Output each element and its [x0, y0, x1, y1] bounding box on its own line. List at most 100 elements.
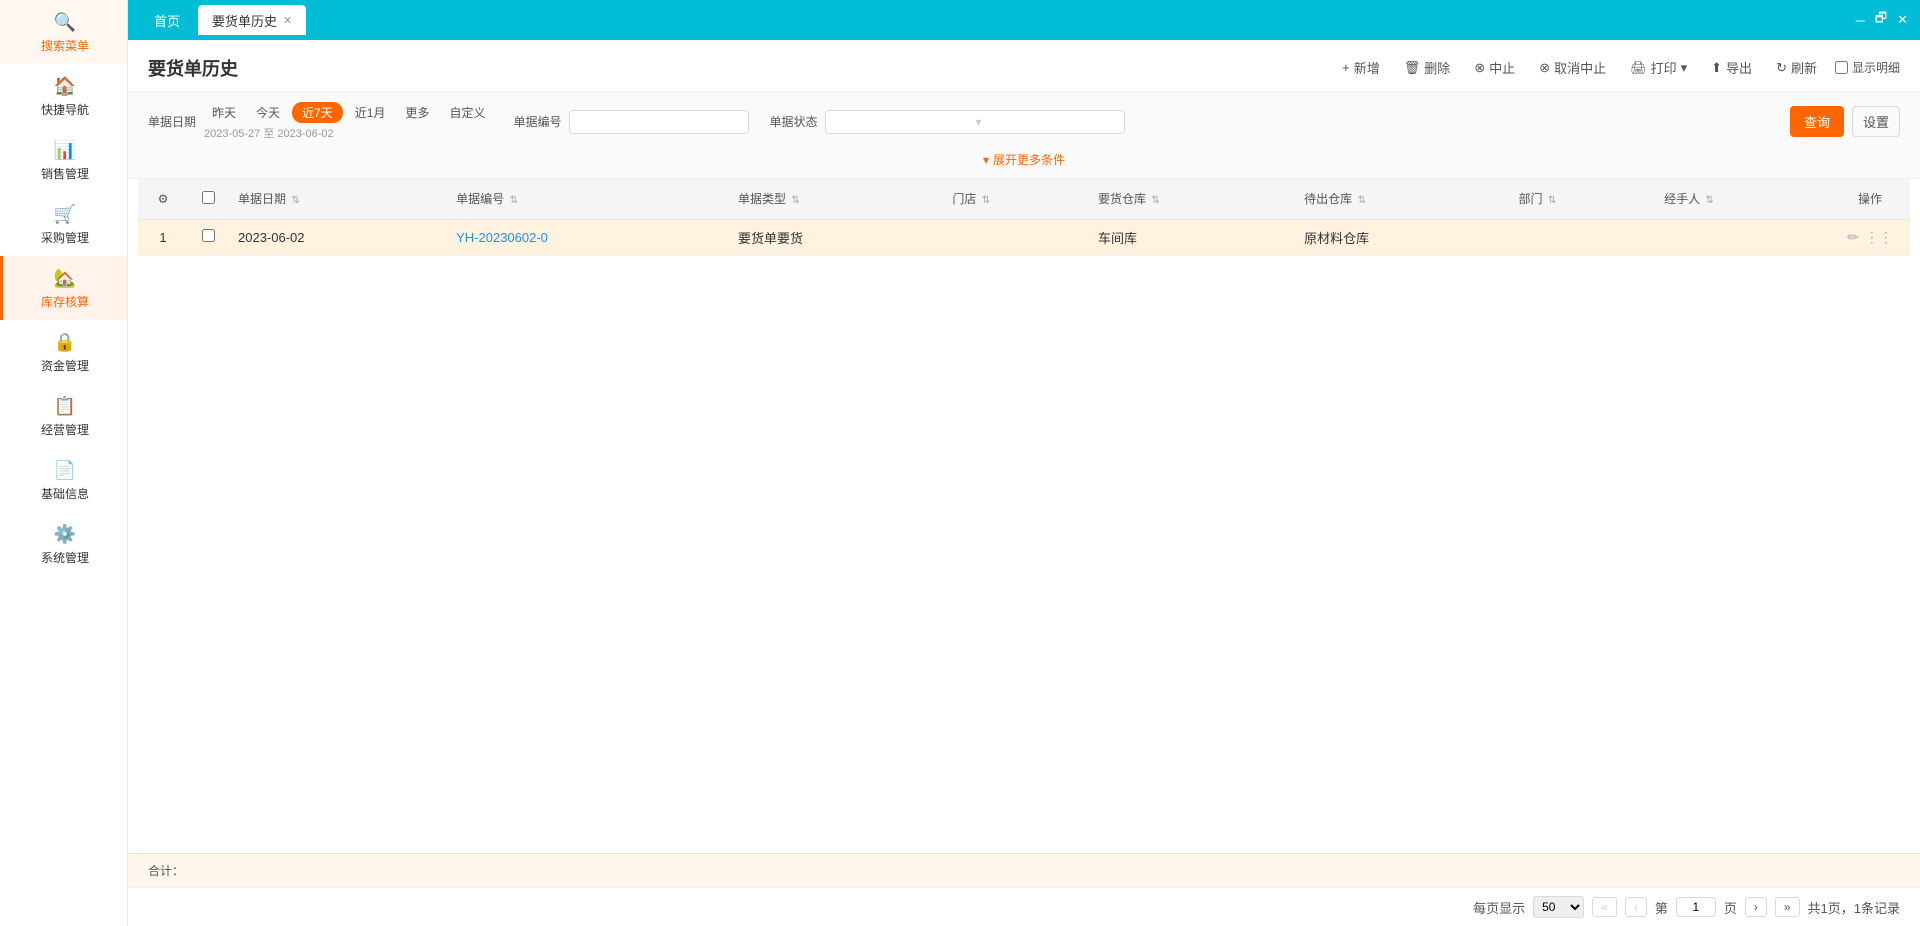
date-btn-last7[interactable]: 近7天 — [292, 102, 343, 123]
date-btn-custom[interactable]: 自定义 — [441, 102, 493, 123]
sidebar-item-inventory[interactable]: 🏡 库存核算 — [0, 256, 127, 320]
new-button[interactable]: + 新增 — [1336, 54, 1386, 81]
page-header: 要货单历史 + 新增 🗑 删除 ⊗ 中止 ⊗ 取消中止 — [128, 40, 1920, 92]
date-btn-today[interactable]: 今天 — [248, 102, 288, 123]
date-btn-yesterday[interactable]: 昨天 — [204, 102, 244, 123]
stop-label: 中止 — [1489, 58, 1515, 77]
prev-page-button[interactable]: ‹ — [1625, 897, 1647, 917]
sidebar-item-label: 基础信息 — [41, 485, 89, 502]
date-filter-label: 单据日期 — [148, 113, 196, 130]
delete-button[interactable]: 🗑 删除 — [1398, 54, 1457, 81]
row-checkbox[interactable] — [202, 229, 215, 242]
refresh-button[interactable]: ↻ 刷新 — [1770, 54, 1823, 81]
stop-button[interactable]: ⊗ 中止 — [1468, 54, 1521, 81]
table-body: 1 2023-06-02 YH-20230602-0 要货单要货 车间库 原材料… — [138, 219, 1910, 255]
sidebar-item-label: 搜索菜单 — [41, 37, 89, 54]
status-select[interactable]: ▾ — [825, 110, 1125, 134]
sidebar-item-system-mgmt[interactable]: ⚙️ 系统管理 — [0, 512, 127, 576]
order-no-label: 单据编号 — [513, 113, 561, 130]
export-label: 导出 — [1726, 58, 1752, 77]
filter-group-date: 单据日期 昨天 今天 近7天 近1月 更多 自定义 2023-05-27 至 2… — [148, 102, 493, 141]
window-restore-button[interactable]: 🗗 — [1875, 9, 1887, 31]
settings-button[interactable]: 设置 — [1852, 106, 1900, 137]
col-pending-warehouse: 待出仓库 ⇅ — [1294, 179, 1508, 219]
edit-icon[interactable]: ✏ — [1847, 229, 1859, 246]
sidebar-item-sales-mgmt[interactable]: 📊 销售管理 — [0, 128, 127, 192]
cell-dept — [1508, 219, 1654, 255]
sidebar-item-label: 销售管理 — [41, 165, 89, 182]
cell-check — [188, 219, 228, 255]
last-page-button[interactable]: » — [1775, 897, 1800, 917]
window-close-button[interactable]: ✕ — [1897, 12, 1908, 28]
sidebar: 🔍 搜索菜单 🏠 快捷导航 📊 销售管理 🛒 采购管理 🏡 库存核算 🔒 资金管… — [0, 0, 128, 926]
col-settings-icon: ⚙ — [138, 179, 188, 219]
more-icon[interactable]: ⋮⋮ — [1865, 229, 1893, 246]
sidebar-item-label: 库存核算 — [41, 293, 89, 310]
quick-nav-icon: 🏠 — [54, 76, 76, 97]
content-area: 要货单历史 + 新增 🗑 删除 ⊗ 中止 ⊗ 取消中止 — [128, 40, 1920, 926]
query-button[interactable]: 查询 — [1790, 106, 1844, 137]
print-button[interactable]: 🖨 打印 ▾ — [1624, 54, 1693, 81]
sidebar-item-basic-info[interactable]: 📄 基础信息 — [0, 448, 127, 512]
col-dept-label: 部门 — [1518, 192, 1542, 206]
sidebar-item-search-menu[interactable]: 🔍 搜索菜单 — [0, 0, 127, 64]
cancel-stop-label: 取消中止 — [1554, 58, 1606, 77]
show-detail-label[interactable]: 显示明细 — [1835, 59, 1900, 76]
col-checkbox — [188, 179, 228, 219]
table-settings-icon[interactable]: ⚙ — [158, 192, 169, 206]
select-all-checkbox[interactable] — [202, 191, 215, 204]
toolbar: + 新增 🗑 删除 ⊗ 中止 ⊗ 取消中止 🖨 打印 — [1336, 54, 1900, 81]
page-input[interactable] — [1676, 897, 1716, 917]
refresh-label: 刷新 — [1791, 58, 1817, 77]
sales-mgmt-icon: 📊 — [54, 140, 76, 161]
table-footer: 合计： — [128, 853, 1920, 887]
filter-action-buttons: 查询 设置 — [1790, 106, 1900, 137]
next-page-button[interactable]: › — [1745, 897, 1767, 917]
sidebar-item-purchase-mgmt[interactable]: 🛒 采购管理 — [0, 192, 127, 256]
order-no-input[interactable] — [569, 110, 749, 134]
tab-home[interactable]: 首页 — [140, 5, 194, 35]
show-detail-checkbox[interactable] — [1835, 61, 1848, 74]
col-order-type-label: 单据类型 — [738, 192, 786, 206]
status-label: 单据状态 — [769, 113, 817, 130]
expand-conditions-row: ▾ 展开更多条件 — [148, 145, 1900, 168]
cancel-stop-button[interactable]: ⊗ 取消中止 — [1533, 54, 1612, 81]
operations-mgmt-icon: 📋 — [54, 396, 76, 417]
cell-pending-warehouse: 原材料仓库 — [1294, 219, 1508, 255]
sidebar-item-finance-mgmt[interactable]: 🔒 资金管理 — [0, 320, 127, 384]
sidebar-item-quick-nav[interactable]: 🏠 快捷导航 — [0, 64, 127, 128]
col-order-no-sort-icon: ⇅ — [509, 195, 517, 206]
first-page-button[interactable]: « — [1592, 897, 1617, 917]
col-store: 门店 ⇅ — [942, 179, 1088, 219]
col-order-type-sort-icon: ⇅ — [791, 195, 799, 206]
export-button[interactable]: ⬆ 导出 — [1705, 54, 1758, 81]
expand-label: 展开更多条件 — [993, 151, 1065, 168]
cell-date: 2023-06-02 — [228, 219, 446, 255]
status-dropdown-icon: ▾ — [975, 115, 1116, 129]
col-handler-sort-icon: ⇅ — [1705, 195, 1713, 206]
date-btn-more[interactable]: 更多 — [397, 102, 437, 123]
col-req-warehouse: 要货仓库 ⇅ — [1088, 179, 1294, 219]
table-header: ⚙ 单据日期 ⇅ 单据编号 ⇅ — [138, 179, 1910, 219]
system-mgmt-icon: ⚙️ — [54, 524, 76, 545]
cell-order-no: YH-20230602-0 — [446, 219, 728, 255]
show-detail-text: 显示明细 — [1852, 59, 1900, 76]
sidebar-item-label: 系统管理 — [41, 549, 89, 566]
expand-conditions-button[interactable]: ▾ 展开更多条件 — [983, 151, 1065, 168]
date-btn-last-month[interactable]: 近1月 — [347, 102, 394, 123]
topbar: 首页 要货单历史 ✕ ─ 🗗 ✕ — [128, 0, 1920, 40]
tab-requisition-history[interactable]: 要货单历史 ✕ — [198, 5, 306, 35]
basic-info-icon: 📄 — [54, 460, 76, 481]
window-minimize-button[interactable]: ─ — [1856, 13, 1865, 28]
col-date-label: 单据日期 — [238, 192, 286, 206]
cell-order-type: 要货单要货 — [728, 219, 942, 255]
sidebar-item-operations-mgmt[interactable]: 📋 经营管理 — [0, 384, 127, 448]
order-no-link[interactable]: YH-20230602-0 — [456, 230, 548, 245]
per-page-select[interactable]: 20 50 100 — [1533, 896, 1584, 918]
tab-close-icon[interactable]: ✕ — [283, 14, 292, 27]
refresh-icon: ↻ — [1776, 60, 1787, 76]
table-container[interactable]: ⚙ 单据日期 ⇅ 单据编号 ⇅ — [128, 179, 1920, 853]
col-handler: 经手人 ⇅ — [1654, 179, 1830, 219]
export-icon: ⬆ — [1711, 60, 1722, 76]
cell-num: 1 — [138, 219, 188, 255]
